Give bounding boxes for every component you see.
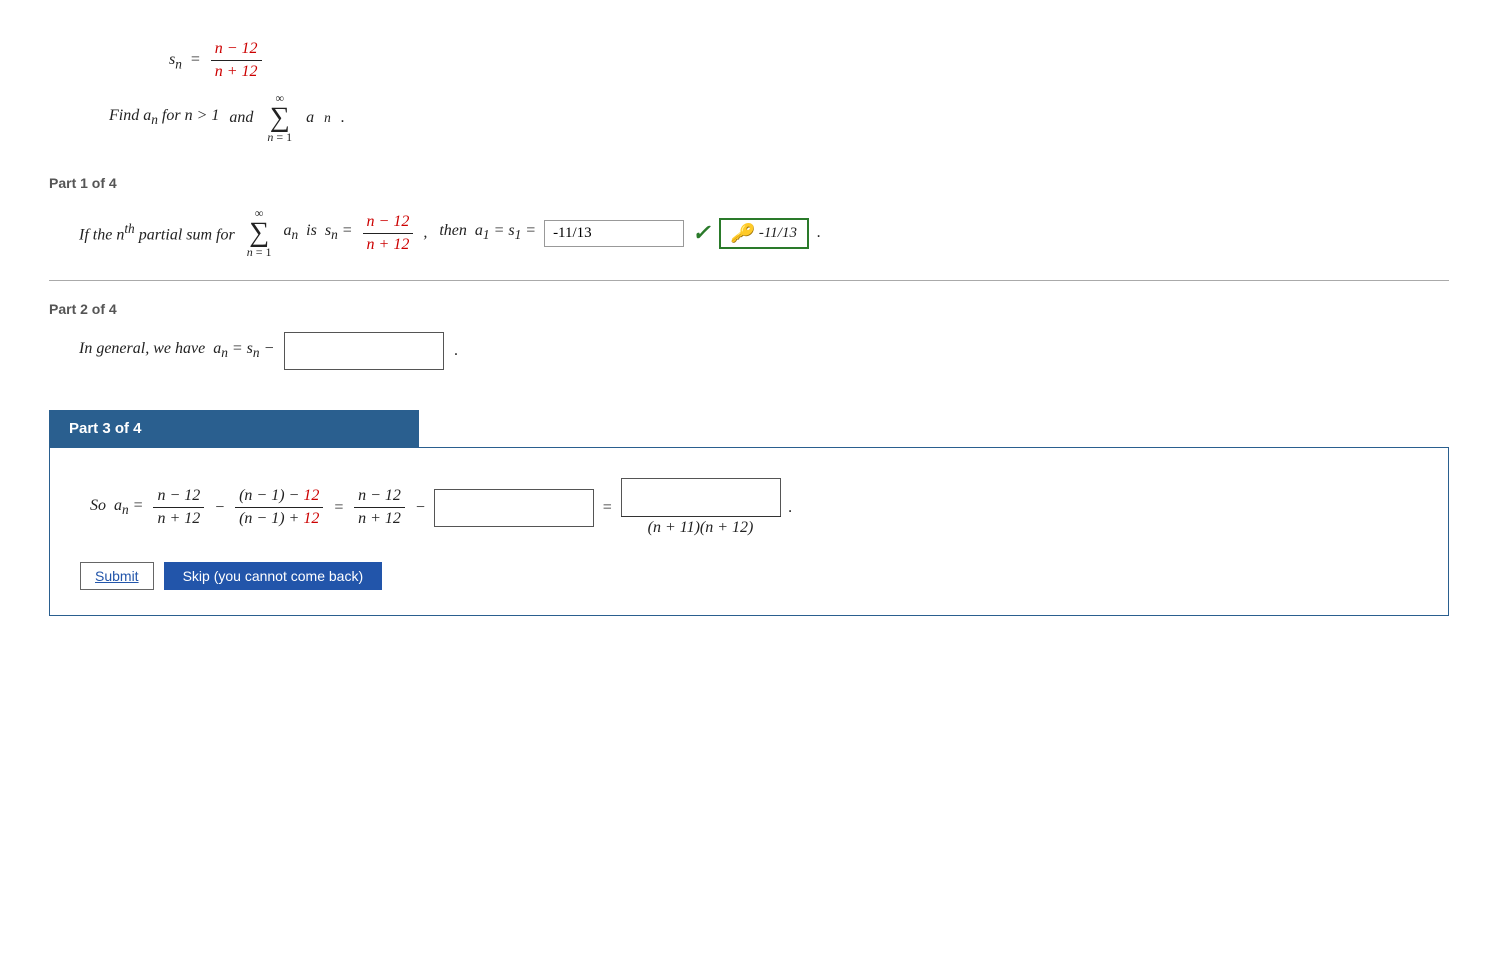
key-icon: 🔑 bbox=[731, 223, 753, 244]
part1-an: an bbox=[284, 222, 299, 243]
part3-eq2: = bbox=[333, 499, 344, 517]
part3-wrapper: Part 3 of 4 So an = n − 12 n + 12 − (n −… bbox=[49, 410, 1449, 616]
part3-so: So an = bbox=[90, 497, 143, 518]
part3-period: . bbox=[789, 499, 793, 517]
part3-frac2: (n − 1) − 12 (n − 1) + 12 bbox=[235, 487, 323, 528]
part3-frac1-den: n + 12 bbox=[153, 508, 204, 528]
skip-button[interactable]: Skip (you cannot come back) bbox=[164, 562, 383, 590]
and-text: and bbox=[229, 109, 253, 127]
part3-frac1-num: n − 12 bbox=[153, 487, 204, 508]
key-value: -11/13 bbox=[759, 225, 797, 242]
part1-frac-num: n − 12 bbox=[363, 213, 414, 234]
part3-minus2: − bbox=[415, 499, 426, 517]
submit-button[interactable]: Submit bbox=[80, 562, 154, 590]
part1-is: is sn = bbox=[306, 222, 352, 243]
part3-minus1: − bbox=[214, 499, 225, 517]
top-frac-den: n + 12 bbox=[211, 61, 262, 81]
part1-fraction: n − 12 n + 12 bbox=[363, 213, 414, 254]
find-text: Find an for n > 1 bbox=[109, 107, 219, 128]
part1-answer-input[interactable]: -11/13 bbox=[544, 220, 684, 247]
part3-frac1: n − 12 n + 12 bbox=[153, 487, 204, 528]
find-an-sub: n bbox=[324, 110, 331, 126]
sigma-symbol: ∞ ∑ n = 1 bbox=[267, 91, 292, 145]
part2-header: Part 2 of 4 bbox=[49, 301, 1449, 317]
find-line: Find an for n > 1 and ∞ ∑ n = 1 an. bbox=[109, 91, 1449, 145]
part3-frac-answer: (n + 11)(n + 12) bbox=[621, 478, 781, 537]
part3-header: Part 3 of 4 bbox=[49, 410, 419, 447]
part3-answer-den: (n + 11)(n + 12) bbox=[621, 516, 781, 537]
part3-blank1[interactable] bbox=[434, 489, 594, 527]
part1-frac-den: n + 12 bbox=[363, 234, 414, 254]
part2-text: In general, we have an = sn − bbox=[79, 340, 274, 361]
part3-frac3-num: n − 12 bbox=[354, 487, 405, 508]
part3-frac2-den: (n − 1) + 12 bbox=[235, 508, 323, 528]
part3-box: So an = n − 12 n + 12 − (n − 1) − 12 (n … bbox=[49, 447, 1449, 616]
part1-header: Part 1 of 4 bbox=[49, 175, 1449, 191]
part2-blank[interactable] bbox=[284, 332, 444, 370]
part3-frac2-num: (n − 1) − 12 bbox=[235, 487, 323, 508]
part1-text1: If the nth partial sum for bbox=[79, 221, 235, 244]
part1-period: . bbox=[817, 224, 821, 242]
button-row: Submit Skip (you cannot come back) bbox=[80, 562, 1418, 590]
page-container: sn = n − 12 n + 12 Find an for n > 1 and… bbox=[49, 40, 1449, 616]
part1-content: If the nth partial sum for ∞ ∑ n = 1 an … bbox=[79, 206, 1449, 260]
part3-frac3: n − 12 n + 12 bbox=[354, 487, 405, 528]
part1-then: then a1 = s1 = bbox=[435, 222, 536, 243]
part2-content: In general, we have an = sn − . bbox=[79, 332, 1449, 370]
part3-formula: So an = n − 12 n + 12 − (n − 1) − 12 (n … bbox=[90, 478, 1418, 537]
top-formula: sn = n − 12 n + 12 bbox=[169, 40, 1449, 81]
key-badge: 🔑 -11/13 bbox=[719, 218, 809, 249]
sn-sub: n bbox=[175, 56, 182, 71]
part3-eq3: = bbox=[602, 499, 613, 517]
part1-sigma: ∞ ∑ n = 1 bbox=[247, 206, 272, 260]
part2-period: . bbox=[454, 342, 458, 360]
part3-frac3-den: n + 12 bbox=[354, 508, 405, 528]
top-frac-num: n − 12 bbox=[211, 40, 262, 61]
part3-blank2[interactable] bbox=[621, 478, 781, 516]
top-fraction: n − 12 n + 12 bbox=[211, 40, 262, 81]
checkmark-icon: ✓ bbox=[692, 220, 710, 246]
divider1 bbox=[49, 280, 1449, 281]
find-an: a bbox=[306, 109, 314, 127]
part1-comma: , bbox=[423, 224, 427, 242]
